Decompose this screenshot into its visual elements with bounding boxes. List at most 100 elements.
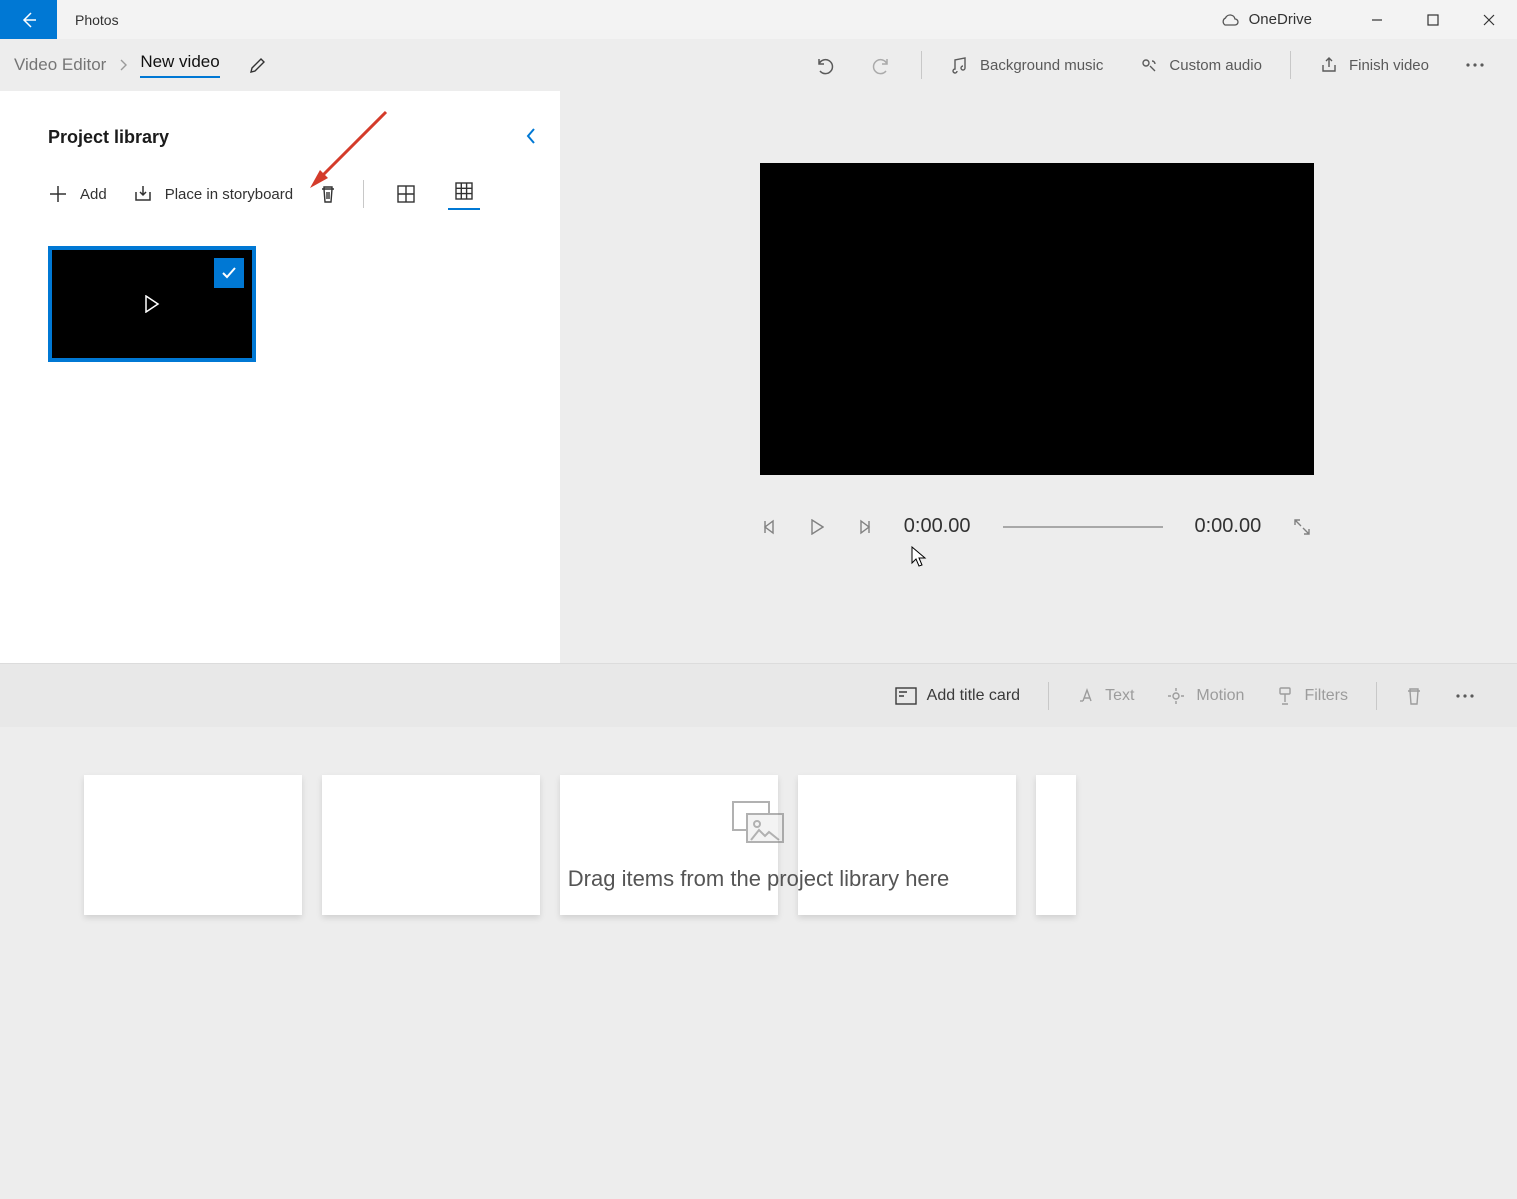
more-icon <box>1465 62 1485 68</box>
add-title-card-label: Add title card <box>927 687 1020 705</box>
minimize-icon <box>1371 14 1383 26</box>
storyboard-slot[interactable] <box>798 775 1016 915</box>
frame-back-icon <box>762 519 778 535</box>
place-label: Place in storyboard <box>165 186 293 203</box>
storyboard-slots <box>84 775 1433 915</box>
frame-back-button[interactable] <box>762 519 778 535</box>
time-total: 0:00.00 <box>1195 515 1262 538</box>
add-title-card-button[interactable]: Add title card <box>879 687 1036 705</box>
divider <box>363 180 364 208</box>
video-preview[interactable] <box>760 163 1314 475</box>
delete-button[interactable] <box>319 184 337 204</box>
text-button[interactable]: Text <box>1061 687 1150 705</box>
grid-3x3-icon <box>454 181 474 201</box>
title-card-icon <box>895 687 917 705</box>
storyboard-slot[interactable] <box>1036 775 1076 915</box>
frame-forward-icon <box>856 519 872 535</box>
window-buttons <box>1349 0 1517 39</box>
background-music-label: Background music <box>980 57 1103 74</box>
storyboard-toolbar: Add title card Text Motion Filters <box>0 663 1517 727</box>
trash-icon <box>1405 686 1423 706</box>
background-music-button[interactable]: Background music <box>932 39 1121 91</box>
video-title[interactable]: New video <box>140 52 219 78</box>
redo-icon <box>871 54 893 76</box>
breadcrumb: Video Editor New video <box>14 52 220 78</box>
maximize-button[interactable] <box>1405 0 1461 39</box>
motion-button[interactable]: Motion <box>1150 686 1260 706</box>
chevron-left-icon <box>524 127 538 145</box>
grid-large-button[interactable] <box>390 178 422 210</box>
clip-play-indicator <box>144 295 160 313</box>
check-icon <box>220 264 238 282</box>
trash-icon <box>319 184 337 204</box>
close-icon <box>1483 14 1495 26</box>
storyboard-slot[interactable] <box>84 775 302 915</box>
rename-button[interactable] <box>248 55 268 75</box>
divider <box>1376 682 1377 710</box>
filters-icon <box>1276 686 1294 706</box>
app-title: Photos <box>75 12 119 28</box>
divider <box>921 51 922 79</box>
place-icon <box>133 184 153 204</box>
fullscreen-button[interactable] <box>1293 518 1311 536</box>
plus-icon <box>48 184 68 204</box>
storyboard-more-button[interactable] <box>1439 693 1491 699</box>
divider <box>1048 682 1049 710</box>
back-button[interactable] <box>0 0 57 39</box>
clip-selected-check[interactable] <box>214 258 244 288</box>
library-clip[interactable] <box>48 246 256 362</box>
playback-controls: 0:00.00 0:00.00 <box>762 515 1311 538</box>
filters-button[interactable]: Filters <box>1260 686 1364 706</box>
arrow-left-icon <box>19 10 39 30</box>
collapse-library-button[interactable] <box>524 127 538 145</box>
custom-audio-button[interactable]: Custom audio <box>1121 39 1280 91</box>
titlebar: Photos OneDrive <box>0 0 1517 39</box>
custom-audio-label: Custom audio <box>1169 57 1262 74</box>
delete-clip-button[interactable] <box>1389 686 1439 706</box>
motion-icon <box>1166 686 1186 706</box>
music-icon <box>950 55 970 75</box>
grid-2x2-icon <box>396 184 416 204</box>
text-icon <box>1077 687 1095 705</box>
library-actions: Add Place in storyboard <box>48 178 512 210</box>
more-button[interactable] <box>1447 39 1503 91</box>
chevron-right-icon <box>118 58 128 72</box>
play-button[interactable] <box>810 519 824 535</box>
play-icon <box>810 519 824 535</box>
storyboard-area[interactable]: Drag items from the project library here <box>0 727 1517 967</box>
onedrive-status[interactable]: OneDrive <box>1219 11 1312 28</box>
finish-video-label: Finish video <box>1349 57 1429 74</box>
close-button[interactable] <box>1461 0 1517 39</box>
fullscreen-icon <box>1293 518 1311 536</box>
place-in-storyboard-button[interactable]: Place in storyboard <box>133 184 293 204</box>
storyboard-slot[interactable] <box>560 775 778 915</box>
breadcrumb-root[interactable]: Video Editor <box>14 55 106 75</box>
add-button[interactable]: Add <box>48 184 107 204</box>
more-icon <box>1455 693 1475 699</box>
minimize-button[interactable] <box>1349 0 1405 39</box>
maximize-icon <box>1427 14 1439 26</box>
divider <box>1290 51 1291 79</box>
time-current: 0:00.00 <box>904 515 971 538</box>
redo-button[interactable] <box>853 39 911 91</box>
library-title: Project library <box>48 127 512 148</box>
toolbar-actions: Background music Custom audio Finish vid… <box>795 39 1503 91</box>
add-label: Add <box>80 186 107 203</box>
cloud-icon <box>1219 13 1239 27</box>
frame-forward-button[interactable] <box>856 519 872 535</box>
text-label: Text <box>1105 687 1134 705</box>
motion-label: Motion <box>1196 687 1244 705</box>
scrubber[interactable] <box>1003 526 1163 528</box>
play-icon <box>144 295 160 313</box>
cursor-icon <box>910 546 928 568</box>
grid-small-button[interactable] <box>448 178 480 210</box>
main-area: Project library Add Place in storyboard <box>0 91 1517 663</box>
pencil-icon <box>248 55 268 75</box>
export-icon <box>1319 55 1339 75</box>
project-library-panel: Project library Add Place in storyboard <box>0 91 560 663</box>
storyboard-slot[interactable] <box>322 775 540 915</box>
onedrive-label: OneDrive <box>1249 11 1312 28</box>
top-toolbar: Video Editor New video Background music … <box>0 39 1517 91</box>
finish-video-button[interactable]: Finish video <box>1301 39 1447 91</box>
undo-button[interactable] <box>795 39 853 91</box>
